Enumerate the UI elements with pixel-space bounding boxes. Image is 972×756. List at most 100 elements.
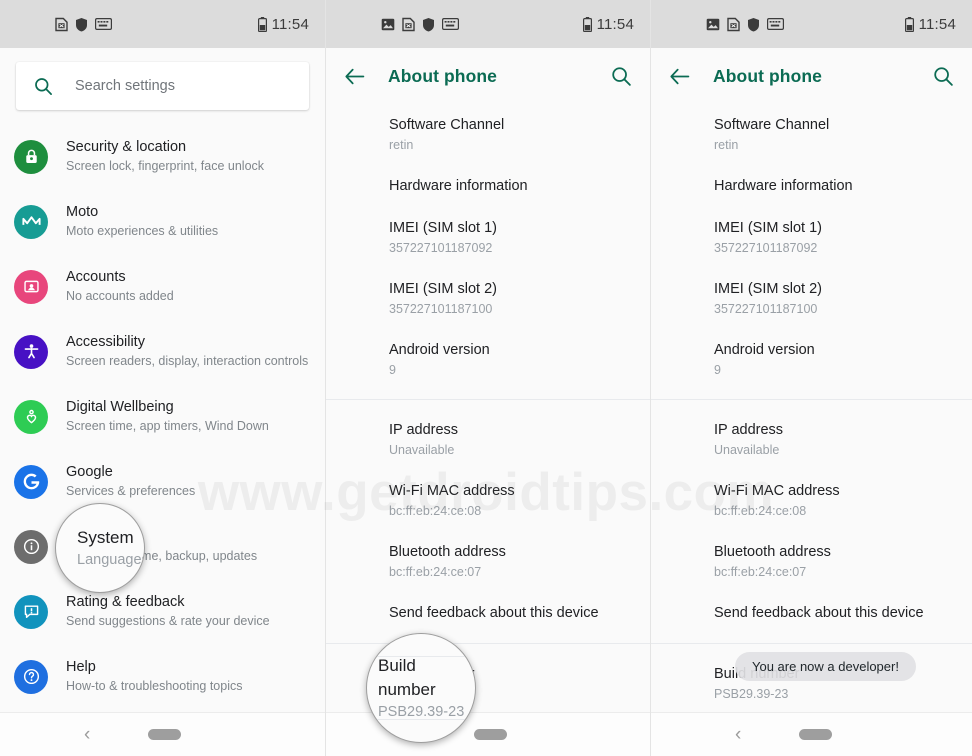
three-panel-screenshot: 11:54 Search settings Security & locatio… xyxy=(0,0,972,756)
status-time-2: 11:54 xyxy=(596,15,634,33)
row-sub: bc:ff:eb:24:ce:08 xyxy=(714,504,807,518)
search-icon[interactable] xyxy=(611,66,632,87)
status-time-3: 11:54 xyxy=(918,15,956,33)
page-title-3: About phone xyxy=(713,65,822,86)
app-bar-3: About phone xyxy=(651,48,972,104)
sidebar-item-subtitle: How-to & troubleshooting topics xyxy=(66,679,243,693)
sidebar-item-subtitle: Send suggestions & rate your device xyxy=(66,614,270,628)
row-title: Software Channel xyxy=(389,117,505,133)
about-row[interactable]: IMEI (SIM slot 2) 357227101187100 xyxy=(651,268,972,329)
about-row[interactable]: Android version 9 xyxy=(326,329,650,390)
about-row[interactable]: Hardware information xyxy=(651,165,972,207)
section-divider xyxy=(651,643,972,644)
sidebar-item-help[interactable]: Help How-to & troubleshooting topics xyxy=(0,644,325,709)
section-divider xyxy=(326,399,650,400)
about-row[interactable]: IMEI (SIM slot 1) 357227101187092 xyxy=(651,207,972,268)
about-row[interactable]: Wi-Fi MAC address bc:ff:eb:24:ce:08 xyxy=(651,470,972,531)
sidebar-item-title: Google xyxy=(66,464,113,480)
row-sub: 9 xyxy=(389,363,396,377)
sidebar-item-digital-wellbeing[interactable]: Digital Wellbeing Screen time, app timer… xyxy=(0,384,325,449)
section-divider xyxy=(651,399,972,400)
search-icon xyxy=(35,77,52,95)
about-row[interactable]: Software Channel retin xyxy=(326,104,650,165)
row-sub: Unavailable xyxy=(714,443,780,457)
accessibility-icon xyxy=(14,334,48,369)
about-row[interactable]: Android version 9 xyxy=(651,329,972,390)
shield-icon xyxy=(748,17,759,31)
google-g-icon xyxy=(14,464,48,499)
about-row[interactable]: Bluetooth address bc:ff:eb:24:ce:07 xyxy=(651,531,972,592)
settings-list: Security & location Screen lock, fingerp… xyxy=(0,110,325,709)
nav-home-pill-icon[interactable] xyxy=(148,729,181,740)
row-sub: retin xyxy=(714,138,739,152)
row-sub: bc:ff:eb:24:ce:08 xyxy=(389,504,482,518)
nav-home-pill-icon[interactable] xyxy=(474,729,507,740)
page-title-2: About phone xyxy=(388,65,497,86)
keyboard-icon xyxy=(95,18,112,30)
row-title: IMEI (SIM slot 1) xyxy=(714,220,822,236)
sidebar-item-security-location[interactable]: Security & location Screen lock, fingerp… xyxy=(0,124,325,189)
image-icon xyxy=(706,18,720,30)
magnifier-title: Build number xyxy=(378,655,436,699)
status-icons-left-3 xyxy=(706,17,784,32)
sim-card-error-icon xyxy=(55,17,68,31)
battery-icon xyxy=(257,16,267,32)
status-icons-left-1 xyxy=(55,17,112,32)
arrow-back-icon[interactable] xyxy=(344,67,366,86)
search-input[interactable] xyxy=(75,78,291,94)
magnifier-sub: Languages, xyxy=(77,551,144,568)
shield-icon xyxy=(423,17,434,31)
sidebar-item-subtitle: Screen time, app timers, Wind Down xyxy=(66,419,269,433)
status-icons-right-2: 11:54 xyxy=(582,15,634,33)
row-title: Wi-Fi MAC address xyxy=(389,483,515,499)
sidebar-item-subtitle: Moto experiences & utilities xyxy=(66,224,219,238)
row-sub: 357227101187100 xyxy=(714,302,818,316)
row-title: Wi-Fi MAC address xyxy=(714,483,840,499)
sidebar-item-accounts[interactable]: Accounts No accounts added xyxy=(0,254,325,319)
status-bar-1: 11:54 xyxy=(0,0,325,48)
sidebar-item-title: Digital Wellbeing xyxy=(66,399,174,415)
app-bar-2: About phone xyxy=(326,48,650,104)
nav-home-pill-icon[interactable] xyxy=(799,729,832,740)
wellbeing-heart-icon xyxy=(14,399,48,434)
row-sub: 357227101187092 xyxy=(714,241,818,255)
developer-toast: You are now a developer! xyxy=(735,652,916,681)
sidebar-item-google[interactable]: Google Services & preferences xyxy=(0,449,325,514)
feedback-icon xyxy=(14,594,48,629)
lock-icon xyxy=(14,139,48,174)
battery-icon xyxy=(582,16,592,32)
nav-back-icon[interactable]: ‹ xyxy=(735,725,741,744)
about-row[interactable]: IP address Unavailable xyxy=(651,409,972,470)
sidebar-item-title: Moto xyxy=(66,204,99,220)
sidebar-item-subtitle: Screen readers, display, interaction con… xyxy=(66,354,309,368)
about-row[interactable]: Hardware information xyxy=(326,165,650,207)
row-title: Send feedback about this device xyxy=(714,605,924,621)
keyboard-icon xyxy=(767,18,784,30)
about-row[interactable]: Send feedback about this device xyxy=(651,592,972,634)
search-icon[interactable] xyxy=(933,66,954,87)
row-sub: 357227101187092 xyxy=(389,241,493,255)
sidebar-item-accessibility[interactable]: Accessibility Screen readers, display, i… xyxy=(0,319,325,384)
battery-icon xyxy=(904,16,914,32)
sidebar-item-moto[interactable]: Moto Moto experiences & utilities xyxy=(0,189,325,254)
arrow-back-icon[interactable] xyxy=(669,67,691,86)
about-row[interactable]: Bluetooth address bc:ff:eb:24:ce:07 xyxy=(326,531,650,592)
status-time-1: 11:54 xyxy=(271,15,309,33)
shield-icon xyxy=(76,17,87,31)
about-row[interactable]: IMEI (SIM slot 1) 357227101187092 xyxy=(326,207,650,268)
search-bar[interactable] xyxy=(16,62,309,110)
about-row[interactable]: IMEI (SIM slot 2) 357227101187100 xyxy=(326,268,650,329)
nav-bar-1: ‹ xyxy=(0,712,325,756)
magnifier-title: System xyxy=(77,527,134,547)
about-row[interactable]: Wi-Fi MAC address bc:ff:eb:24:ce:08 xyxy=(326,470,650,531)
panel-settings-home: 11:54 Search settings Security & locatio… xyxy=(0,0,325,756)
nav-back-icon[interactable]: ‹ xyxy=(84,725,90,744)
about-row[interactable]: IP address Unavailable xyxy=(326,409,650,470)
sidebar-item-rating-feedback[interactable]: Rating & feedback Send suggestions & rat… xyxy=(0,579,325,644)
row-title: Send feedback about this device xyxy=(389,605,599,621)
sidebar-item-system[interactable]: System Languages, time, backup, updates xyxy=(0,514,325,579)
about-row[interactable]: Software Channel retin xyxy=(651,104,972,165)
row-sub: Unavailable xyxy=(389,443,455,457)
about-row[interactable]: Send feedback about this device xyxy=(326,592,650,634)
sidebar-item-title: Accessibility xyxy=(66,334,145,350)
